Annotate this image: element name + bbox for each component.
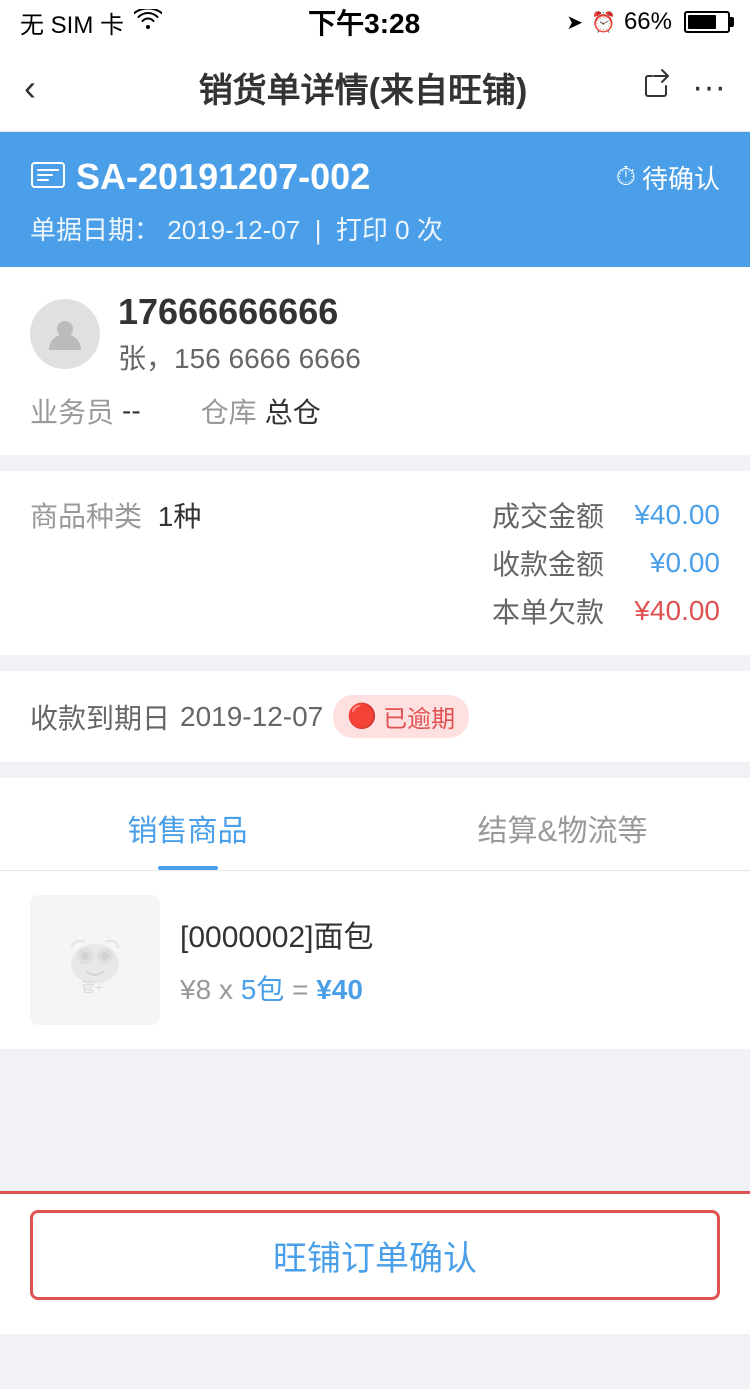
- status-left: 无 SIM 卡: [20, 5, 162, 40]
- order-date: 单据日期： 2019-12-07 | 打印 0 次: [30, 210, 720, 247]
- overdue-text: 已逾期: [383, 699, 455, 734]
- owed-value: ¥40.00: [620, 595, 720, 627]
- received-value: ¥0.00: [620, 547, 720, 579]
- order-header: SA-20191207-002 ⏱ 待确认 单据日期： 2019-12-07 |…: [0, 132, 750, 267]
- due-date-value: 2019-12-07: [180, 701, 323, 733]
- battery-percent: 66%: [624, 8, 672, 36]
- tab-products[interactable]: 销售商品: [0, 778, 375, 870]
- warehouse: 仓库 总仓: [201, 391, 321, 431]
- order-icon: [30, 156, 66, 198]
- nav-right-actions: ···: [642, 68, 726, 107]
- status-time: 下午3:28: [308, 2, 420, 42]
- owed-label: 本单欠款: [492, 591, 604, 631]
- amount-label: 成交金额: [492, 495, 604, 535]
- product-equals: =: [292, 974, 316, 1005]
- location-icon: ➤: [566, 10, 583, 35]
- tabs-section: 销售商品 结算&物流等 管+ [0000002]面包 ¥8 x: [0, 778, 750, 1049]
- svg-text:管+: 管+: [81, 979, 103, 995]
- product-type-label: 商品种类: [30, 501, 142, 532]
- product-qty: 5包: [241, 974, 285, 1005]
- product-item: 管+ [0000002]面包 ¥8 x 5包 = ¥40: [0, 871, 750, 1049]
- clock-icon: ⏱: [616, 161, 636, 193]
- status-right: ➤ ⏰ 66%: [566, 8, 730, 36]
- alarm-icon: ⏰: [591, 10, 616, 35]
- customer-phone: 17666666666: [118, 291, 361, 333]
- customer-section: 17666666666 张，156 6666 6666 业务员 -- 仓库 总仓: [0, 267, 750, 455]
- product-price: ¥8: [180, 974, 211, 1005]
- product-thumbnail: 管+: [30, 895, 160, 1025]
- amount-value: ¥40.00: [620, 499, 720, 531]
- product-price-row: ¥8 x 5包 = ¥40: [180, 968, 720, 1008]
- page-title: 销货单详情(来自旺铺): [84, 63, 642, 112]
- back-button[interactable]: ‹: [24, 67, 84, 109]
- product-name: [0000002]面包: [180, 912, 720, 956]
- due-date-label: 收款到期日: [30, 697, 170, 737]
- customer-name: 张，156 6666 6666: [118, 337, 361, 377]
- overdue-icon: 🔴: [347, 702, 377, 731]
- product-multiply: x: [219, 974, 241, 1005]
- summary-section: 商品种类 1种 成交金额 ¥40.00 收款金额 ¥0.00 本单欠款 ¥40.…: [0, 471, 750, 655]
- nav-bar: ‹ 销货单详情(来自旺铺) ···: [0, 44, 750, 132]
- avatar: [30, 299, 100, 369]
- product-total: ¥40: [316, 974, 363, 1005]
- due-date-section: 收款到期日 2019-12-07 🔴 已逾期: [0, 671, 750, 762]
- bottom-bar: 旺铺订单确认: [0, 1191, 750, 1334]
- more-button[interactable]: ···: [692, 68, 726, 107]
- product-info: [0000002]面包 ¥8 x 5包 = ¥40: [180, 912, 720, 1008]
- status-bar: 无 SIM 卡 下午3:28 ➤ ⏰ 66%: [0, 0, 750, 44]
- overdue-badge: 🔴 已逾期: [333, 695, 469, 738]
- carrier-text: 无 SIM 卡: [20, 5, 124, 40]
- share-button[interactable]: [642, 68, 672, 107]
- order-status: ⏱ 待确认: [616, 159, 720, 196]
- tabs-header: 销售商品 结算&物流等: [0, 778, 750, 871]
- battery-icon: [684, 11, 730, 33]
- wifi-icon: [134, 8, 162, 36]
- order-id: SA-20191207-002: [30, 156, 370, 198]
- product-type-value: 1种: [158, 501, 202, 532]
- received-label: 收款金额: [492, 543, 604, 583]
- summary-right: 成交金额 ¥40.00 收款金额 ¥0.00 本单欠款 ¥40.00: [492, 495, 720, 631]
- sales-person: 业务员 --: [30, 391, 141, 431]
- tab-settlement[interactable]: 结算&物流等: [375, 778, 750, 870]
- confirm-button[interactable]: 旺铺订单确认: [30, 1210, 720, 1300]
